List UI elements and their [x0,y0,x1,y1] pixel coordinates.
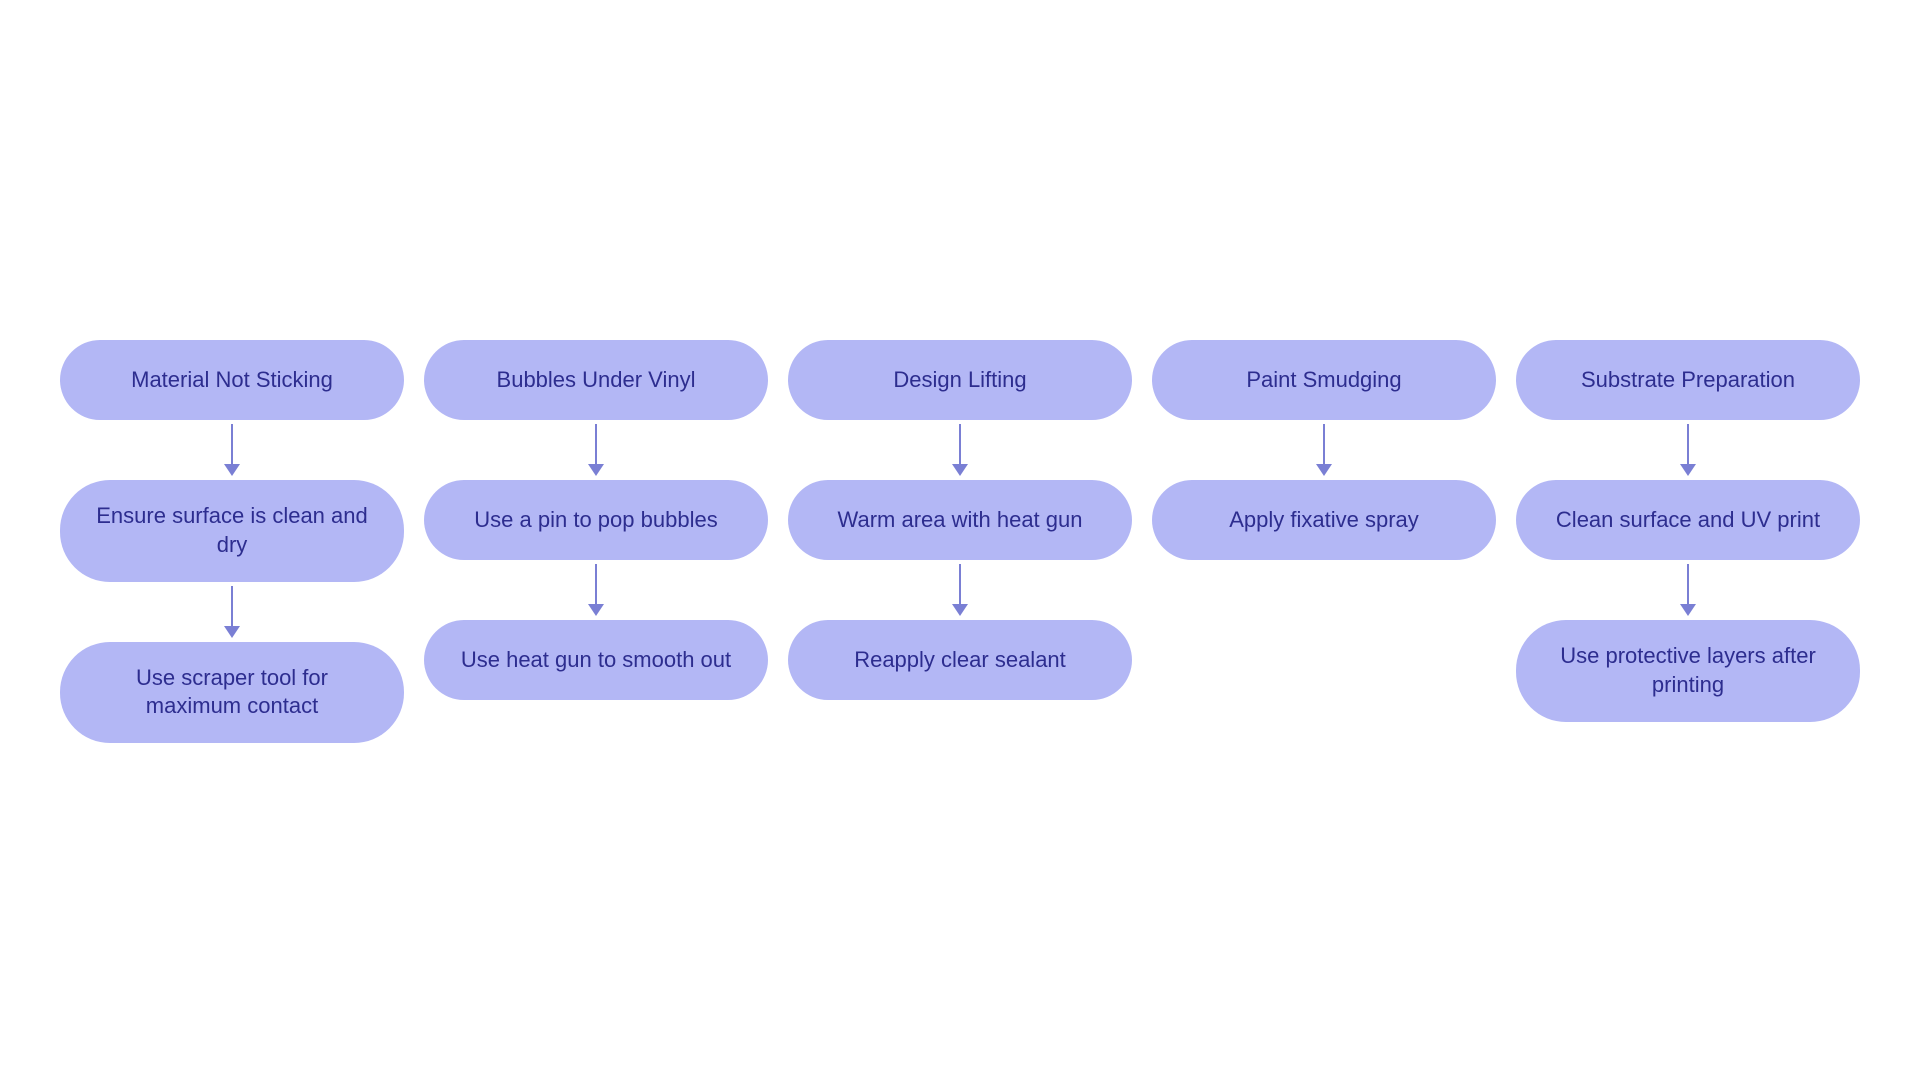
node-col4-node2: Apply fixative spray [1152,480,1496,560]
arrow-line [595,564,597,604]
columns-wrapper: Material Not Sticking Ensure surface is c… [60,340,1860,742]
flow-column-col1: Material Not Sticking Ensure surface is c… [60,340,404,742]
node-col2-node2: Use a pin to pop bubbles [424,480,768,560]
arrow-line [1687,424,1689,464]
arrow-col2-2 [588,564,604,616]
arrow-head [952,604,968,616]
node-col3-node1: Design Lifting [788,340,1132,420]
node-col1-node3: Use scraper tool for maximum contact [60,642,404,743]
arrow-col5-1 [1680,424,1696,476]
diagram-container: Material Not Sticking Ensure surface is c… [0,0,1920,1083]
node-col5-node3: Use protective layers after printing [1516,620,1860,721]
arrow-col2-1 [588,424,604,476]
node-col4-node1: Paint Smudging [1152,340,1496,420]
arrow-head [952,464,968,476]
node-col2-node1: Bubbles Under Vinyl [424,340,768,420]
arrow-head [1316,464,1332,476]
arrow-line [231,424,233,464]
flow-column-col4: Paint Smudging Apply fixative spray [1152,340,1496,560]
node-col5-node2: Clean surface and UV print [1516,480,1860,560]
node-col2-node3: Use heat gun to smooth out [424,620,768,700]
node-col1-node2: Ensure surface is clean and dry [60,480,404,581]
node-col5-node1: Substrate Preparation [1516,340,1860,420]
arrow-head [588,464,604,476]
node-col3-node2: Warm area with heat gun [788,480,1132,560]
node-col3-node3: Reapply clear sealant [788,620,1132,700]
arrow-col3-2 [952,564,968,616]
flow-column-col5: Substrate Preparation Clean surface and U… [1516,340,1860,721]
arrow-col1-2 [224,586,240,638]
arrow-line [959,564,961,604]
arrow-col1-1 [224,424,240,476]
node-col1-node1: Material Not Sticking [60,340,404,420]
arrow-col5-2 [1680,564,1696,616]
arrow-col3-1 [952,424,968,476]
arrow-line [959,424,961,464]
flow-column-col2: Bubbles Under Vinyl Use a pin to pop bubb… [424,340,768,700]
arrow-col4-1 [1316,424,1332,476]
arrow-head [224,464,240,476]
arrow-line [1687,564,1689,604]
arrow-head [1680,464,1696,476]
arrow-line [595,424,597,464]
arrow-head [588,604,604,616]
arrow-line [1323,424,1325,464]
flow-column-col3: Design Lifting Warm area with heat gun Rea… [788,340,1132,700]
arrow-head [1680,604,1696,616]
arrow-line [231,586,233,626]
arrow-head [224,626,240,638]
